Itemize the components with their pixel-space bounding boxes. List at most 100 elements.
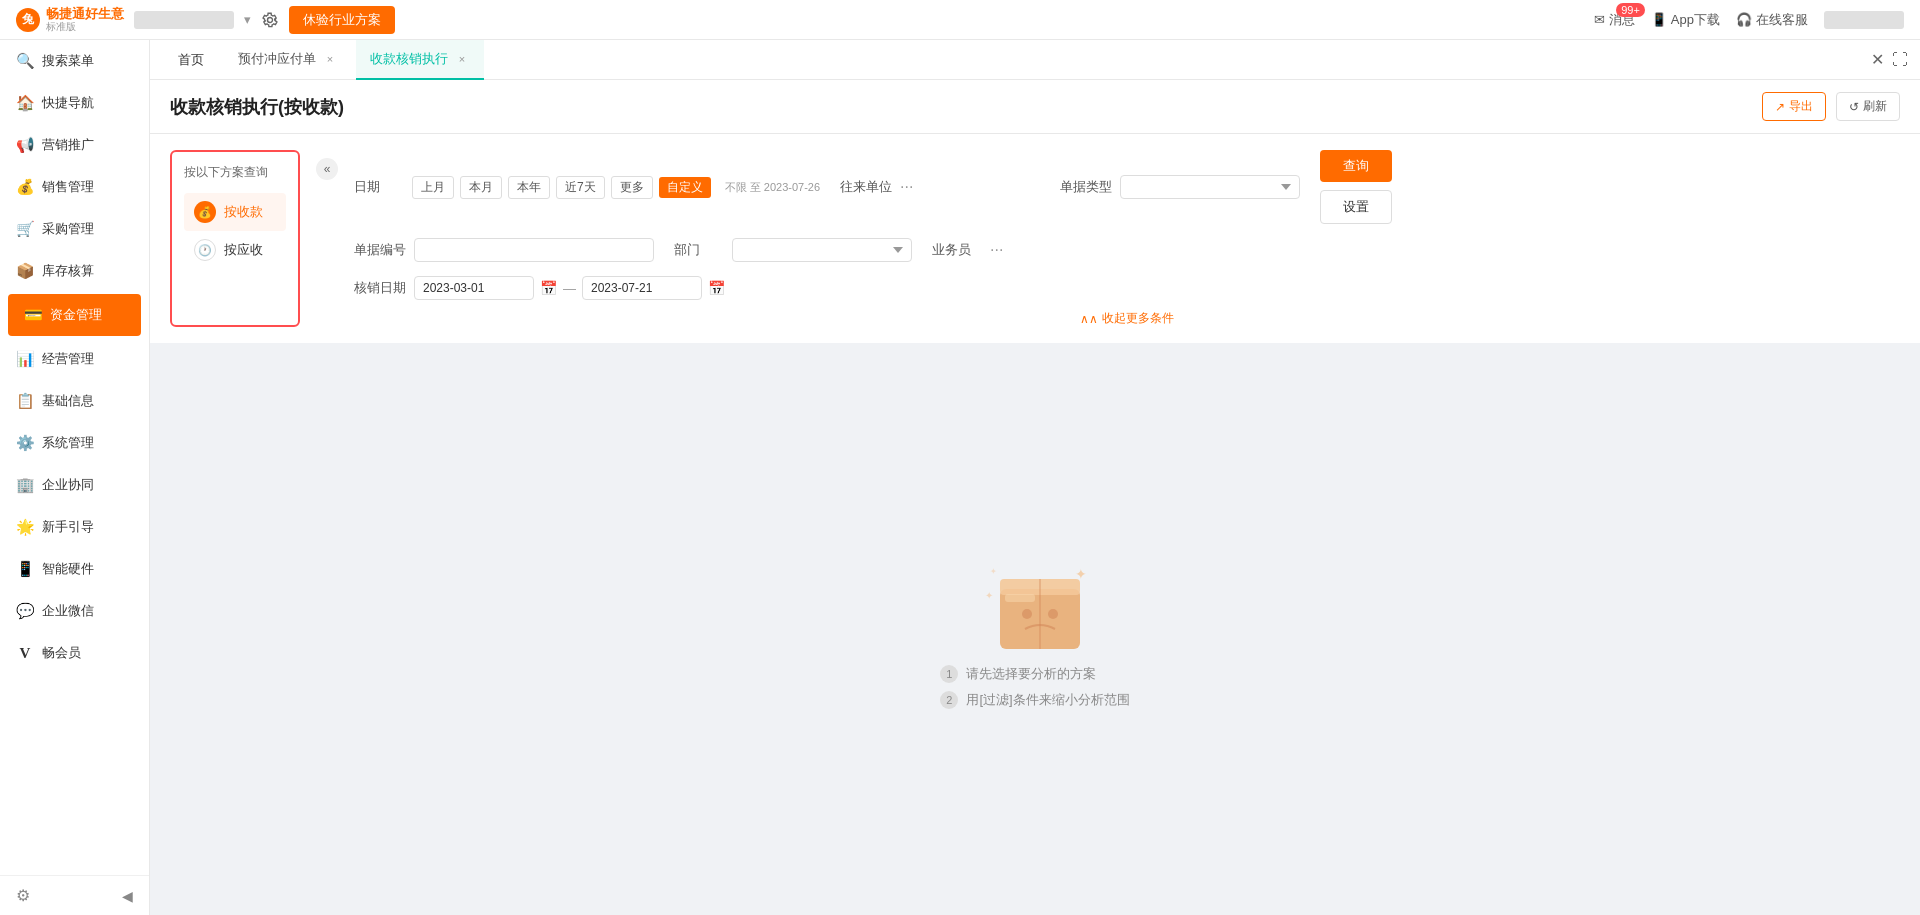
bill-no-field: 单据编号 (354, 238, 654, 262)
tab-expand-btn[interactable]: ⛶ (1892, 50, 1908, 69)
marketing-icon: 📢 (16, 136, 34, 154)
date-btn-this-month[interactable]: 本月 (460, 176, 502, 199)
system-icon: ⚙️ (16, 434, 34, 452)
sidebar-item-inventory[interactable]: 📦 库存核算 (0, 250, 149, 292)
sidebar-label-hardware: 智能硬件 (42, 560, 94, 578)
topbar: 兔 畅捷通好生意 标准版 ▾ 休验行业方案 ✉ 消息 99+ 📱 App下载 🎧… (0, 0, 1920, 40)
collapse-more-label: 收起更多条件 (1102, 310, 1174, 327)
sidebar-collapse-icon[interactable]: ◀ (122, 888, 133, 904)
tab-prepay[interactable]: 预付冲应付单 × (224, 40, 352, 80)
date-btn-7days[interactable]: 近7天 (556, 176, 605, 199)
sidebar-label-purchase: 采购管理 (42, 220, 94, 238)
filter-left-panel: 按以下方案查询 💰 按收款 🕐 按应收 (170, 150, 300, 327)
sidebar-item-finance[interactable]: 💳 资金管理 (8, 294, 141, 336)
home-icon: 🏠 (16, 94, 34, 112)
tab-home[interactable]: 首页 (162, 40, 220, 80)
filter-option-by-receipt[interactable]: 💰 按收款 (184, 193, 286, 231)
date-separator: — (563, 281, 576, 296)
sidebar-settings-icon[interactable]: ⚙ (16, 886, 30, 905)
tip-item-1: 1 请先选择要分析的方案 (940, 665, 1129, 683)
date-btn-custom[interactable]: 自定义 (659, 177, 711, 198)
enterprise-icon: 🏢 (16, 476, 34, 494)
staff-ellipsis: ··· (990, 241, 1003, 259)
tab-close-all-btn[interactable]: ✕ (1871, 50, 1884, 69)
date-field: 日期 上月 本月 本年 近7天 更多 自定义 不限 至 2023-07-26 (354, 176, 820, 199)
sidebar-label-finance: 资金管理 (50, 306, 102, 324)
sidebar-item-vip[interactable]: V 畅会员 (0, 632, 149, 674)
page-header: 收款核销执行(按收款) ↗ 导出 ↺ 刷新 (150, 80, 1920, 134)
writeoff-start-input[interactable] (414, 276, 534, 300)
filter-collapse-btn[interactable]: « (316, 158, 338, 180)
setting-btn[interactable]: 设置 (1320, 190, 1392, 224)
filter-area: 按以下方案查询 💰 按收款 🕐 按应收 « 日期 (150, 134, 1920, 343)
date-unlimited-text: 不限 至 2023-07-26 (725, 180, 820, 195)
date-btn-more[interactable]: 更多 (611, 176, 653, 199)
svg-rect-3 (1005, 594, 1035, 602)
app-download-btn[interactable]: 📱 App下载 (1651, 11, 1720, 29)
refresh-label: 刷新 (1863, 98, 1887, 115)
industry-btn[interactable]: 休验行业方案 (289, 6, 395, 34)
finance-icon: 💳 (24, 306, 42, 324)
empty-tips: 1 请先选择要分析的方案 2 用[过滤]条件来缩小分析范围 (940, 665, 1129, 709)
search-btn[interactable]: 查询 (1320, 150, 1392, 182)
brand-sub: 标准版 (46, 21, 124, 33)
sidebar-item-search[interactable]: 🔍 搜索菜单 (0, 40, 149, 82)
tip-item-2: 2 用[过滤]条件来缩小分析范围 (940, 691, 1129, 709)
bill-no-input[interactable] (414, 238, 654, 262)
sidebar-item-purchase[interactable]: 🛒 采购管理 (0, 208, 149, 250)
wechat-icon: 💬 (16, 602, 34, 620)
tab-receipt[interactable]: 收款核销执行 × (356, 40, 484, 80)
refresh-btn[interactable]: ↺ 刷新 (1836, 92, 1900, 121)
receipt-option-icon: 💰 (194, 201, 216, 223)
filter-actions: 查询 设置 (1320, 150, 1392, 224)
writeoff-start-calendar-icon[interactable]: 📅 (540, 280, 557, 296)
logo: 兔 畅捷通好生意 标准版 (16, 6, 124, 34)
bill-type-label: 单据类型 (1060, 178, 1112, 196)
export-label: 导出 (1789, 98, 1813, 115)
sidebar: 🔍 搜索菜单 🏠 快捷导航 📢 营销推广 💰 销售管理 🛒 采购管理 📦 库存核… (0, 40, 150, 915)
tab-receipt-close[interactable]: × (454, 51, 470, 67)
bill-no-label: 单据编号 (354, 241, 406, 259)
sidebar-item-system[interactable]: ⚙️ 系统管理 (0, 422, 149, 464)
sidebar-item-marketing[interactable]: 📢 营销推广 (0, 124, 149, 166)
collapse-more[interactable]: ∧∧ 收起更多条件 (354, 310, 1900, 327)
sidebar-item-quicknav[interactable]: 🏠 快捷导航 (0, 82, 149, 124)
dept-label: 部门 (674, 241, 724, 259)
tab-prepay-label: 预付冲应付单 (238, 50, 316, 68)
message-btn[interactable]: ✉ 消息 99+ (1594, 11, 1635, 29)
writeoff-end-calendar-icon[interactable]: 📅 (708, 280, 725, 296)
collapse-more-icon: ∧∧ (1080, 312, 1098, 326)
sidebar-item-wechat[interactable]: 💬 企业微信 (0, 590, 149, 632)
date-btn-this-year[interactable]: 本年 (508, 176, 550, 199)
svg-text:✦: ✦ (985, 590, 993, 601)
gear-icon[interactable] (261, 11, 279, 29)
receivable-option-label: 按应收 (224, 241, 263, 259)
dept-select[interactable] (732, 238, 912, 262)
date-unlimited: 不限 至 2023-07-26 (725, 180, 820, 195)
search-icon: 🔍 (16, 52, 34, 70)
staff-label: 业务员 (932, 241, 982, 259)
sidebar-item-hardware[interactable]: 📱 智能硬件 (0, 548, 149, 590)
service-btn[interactable]: 🎧 在线客服 (1736, 11, 1808, 29)
sidebar-item-enterprise[interactable]: 🏢 企业协同 (0, 464, 149, 506)
export-btn[interactable]: ↗ 导出 (1762, 92, 1826, 121)
filter-option-by-receivable[interactable]: 🕐 按应收 (184, 231, 286, 269)
tip-num-1: 1 (940, 665, 958, 683)
date-btn-last-month[interactable]: 上月 (412, 176, 454, 199)
bill-type-select[interactable] (1120, 175, 1300, 199)
sidebar-label-vip: 畅会员 (42, 644, 81, 662)
partner-ellipsis: ··· (900, 178, 913, 196)
sidebar-item-sales[interactable]: 💰 销售管理 (0, 166, 149, 208)
sidebar-item-basic[interactable]: 📋 基础信息 (0, 380, 149, 422)
svg-point-4 (1022, 609, 1032, 619)
sales-icon: 💰 (16, 178, 34, 196)
sidebar-item-guide[interactable]: 🌟 新手引导 (0, 506, 149, 548)
sidebar-bottom: ⚙ ◀ (0, 875, 149, 915)
staff-field: 业务员 ··· (932, 241, 1132, 259)
tab-prepay-close[interactable]: × (322, 51, 338, 67)
empty-illustration: ✦ ✦ ✦ (975, 549, 1095, 649)
writeoff-end-input[interactable] (582, 276, 702, 300)
sidebar-item-operations[interactable]: 📊 经营管理 (0, 338, 149, 380)
empty-state: ✦ ✦ ✦ 1 请先选择要分析的方案 2 用[过滤]条件来缩小分析范围 (940, 549, 1129, 709)
dropdown-icon[interactable]: ▾ (244, 12, 251, 27)
